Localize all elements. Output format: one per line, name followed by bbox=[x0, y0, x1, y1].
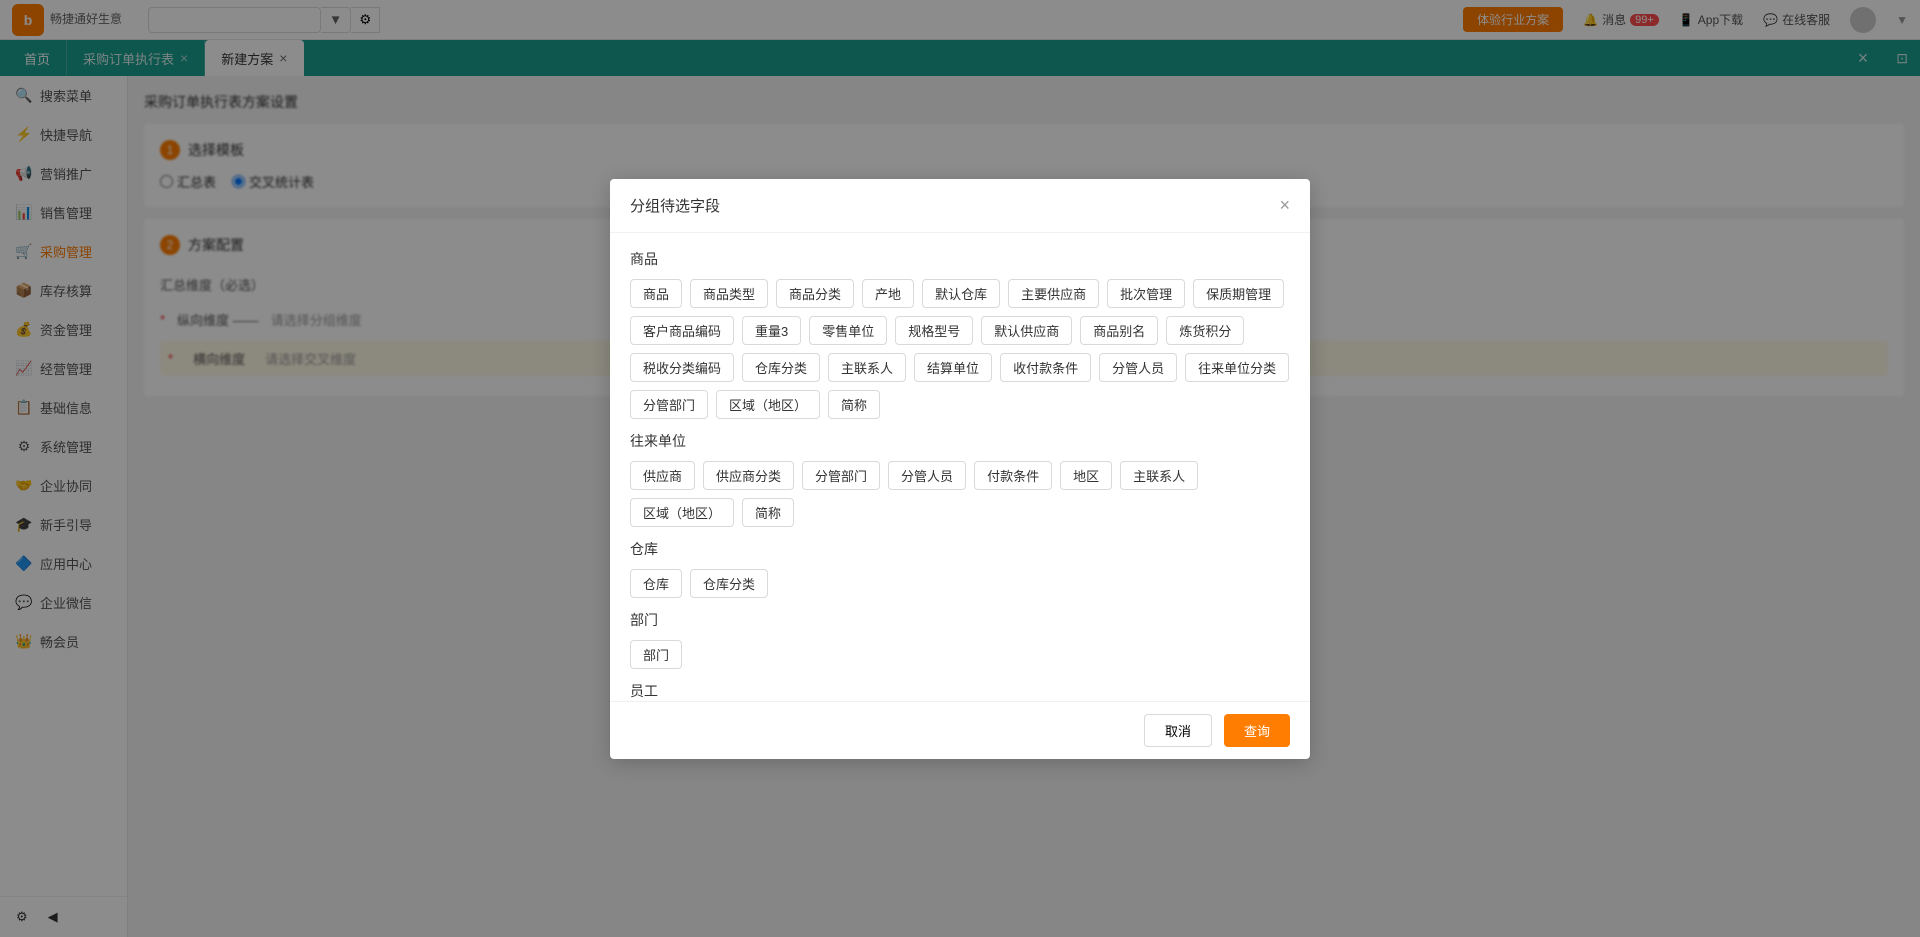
field-tag-1-6[interactable]: 主联系人 bbox=[1120, 461, 1198, 490]
modal-body: 商品商品商品类型商品分类产地默认仓库主要供应商批次管理保质期管理客户商品编码重量… bbox=[610, 233, 1310, 701]
field-tag-2-0[interactable]: 仓库 bbox=[630, 569, 682, 598]
field-tag-0-2[interactable]: 商品分类 bbox=[776, 279, 854, 308]
field-tag-1-1[interactable]: 供应商分类 bbox=[703, 461, 794, 490]
field-tag-0-14[interactable]: 炼货积分 bbox=[1166, 316, 1244, 345]
field-tag-0-8[interactable]: 客户商品编码 bbox=[630, 316, 734, 345]
section-title-1: 往来单位 bbox=[630, 431, 1290, 451]
field-tag-0-20[interactable]: 分管人员 bbox=[1099, 353, 1177, 382]
field-tag-0-4[interactable]: 默认仓库 bbox=[922, 279, 1000, 308]
field-tag-1-5[interactable]: 地区 bbox=[1060, 461, 1112, 490]
field-tag-0-18[interactable]: 结算单位 bbox=[914, 353, 992, 382]
field-tag-0-3[interactable]: 产地 bbox=[862, 279, 914, 308]
section-title-0: 商品 bbox=[630, 249, 1290, 269]
confirm-button[interactable]: 查询 bbox=[1224, 714, 1290, 747]
field-tag-1-0[interactable]: 供应商 bbox=[630, 461, 695, 490]
fields-grid-2: 仓库仓库分类 bbox=[630, 569, 1290, 598]
field-tag-1-3[interactable]: 分管人员 bbox=[888, 461, 966, 490]
cancel-button[interactable]: 取消 bbox=[1144, 714, 1212, 747]
field-tag-0-24[interactable]: 简称 bbox=[828, 390, 880, 419]
field-tag-0-5[interactable]: 主要供应商 bbox=[1008, 279, 1099, 308]
field-tag-3-0[interactable]: 部门 bbox=[630, 640, 682, 669]
field-tag-0-15[interactable]: 税收分类编码 bbox=[630, 353, 734, 382]
field-tag-0-0[interactable]: 商品 bbox=[630, 279, 682, 308]
field-tag-1-8[interactable]: 简称 bbox=[742, 498, 794, 527]
field-tag-0-13[interactable]: 商品别名 bbox=[1080, 316, 1158, 345]
fields-grid-1: 供应商供应商分类分管部门分管人员付款条件地区主联系人区域（地区） 简称 bbox=[630, 461, 1290, 527]
field-tag-1-4[interactable]: 付款条件 bbox=[974, 461, 1052, 490]
fields-grid-0: 商品商品类型商品分类产地默认仓库主要供应商批次管理保质期管理客户商品编码重量3 零… bbox=[630, 279, 1290, 419]
modal-title: 分组待选字段 bbox=[630, 195, 720, 216]
modal-overlay: 分组待选字段 × 商品商品商品类型商品分类产地默认仓库主要供应商批次管理保质期管… bbox=[0, 0, 1920, 937]
field-tag-2-1[interactable]: 仓库分类 bbox=[690, 569, 768, 598]
field-tag-0-22[interactable]: 分管部门 bbox=[630, 390, 708, 419]
section-title-4: 员工 bbox=[630, 681, 1290, 701]
field-selection-modal: 分组待选字段 × 商品商品商品类型商品分类产地默认仓库主要供应商批次管理保质期管… bbox=[610, 179, 1310, 759]
modal-footer: 取消 查询 bbox=[610, 701, 1310, 759]
field-tag-0-7[interactable]: 保质期管理 bbox=[1193, 279, 1284, 308]
field-tag-0-6[interactable]: 批次管理 bbox=[1107, 279, 1185, 308]
field-tag-1-7[interactable]: 区域（地区） bbox=[630, 498, 734, 527]
section-title-2: 仓库 bbox=[630, 539, 1290, 559]
field-tag-0-1[interactable]: 商品类型 bbox=[690, 279, 768, 308]
field-tag-0-23[interactable]: 区域（地区） bbox=[716, 390, 820, 419]
field-tag-0-12[interactable]: 默认供应商 bbox=[981, 316, 1072, 345]
field-tag-0-19[interactable]: 收付款条件 bbox=[1000, 353, 1091, 382]
field-tag-0-21[interactable]: 往来单位分类 bbox=[1185, 353, 1289, 382]
modal-header: 分组待选字段 × bbox=[610, 179, 1310, 233]
field-tag-0-16[interactable]: 仓库分类 bbox=[742, 353, 820, 382]
field-tag-0-17[interactable]: 主联系人 bbox=[828, 353, 906, 382]
field-tag-1-2[interactable]: 分管部门 bbox=[802, 461, 880, 490]
field-tag-0-11[interactable]: 规格型号 bbox=[895, 316, 973, 345]
section-title-3: 部门 bbox=[630, 610, 1290, 630]
field-tag-0-10[interactable]: 零售单位 bbox=[809, 316, 887, 345]
modal-close-button[interactable]: × bbox=[1279, 196, 1290, 214]
fields-grid-3: 部门 bbox=[630, 640, 1290, 669]
field-tag-0-9[interactable]: 重量3 bbox=[742, 316, 801, 345]
